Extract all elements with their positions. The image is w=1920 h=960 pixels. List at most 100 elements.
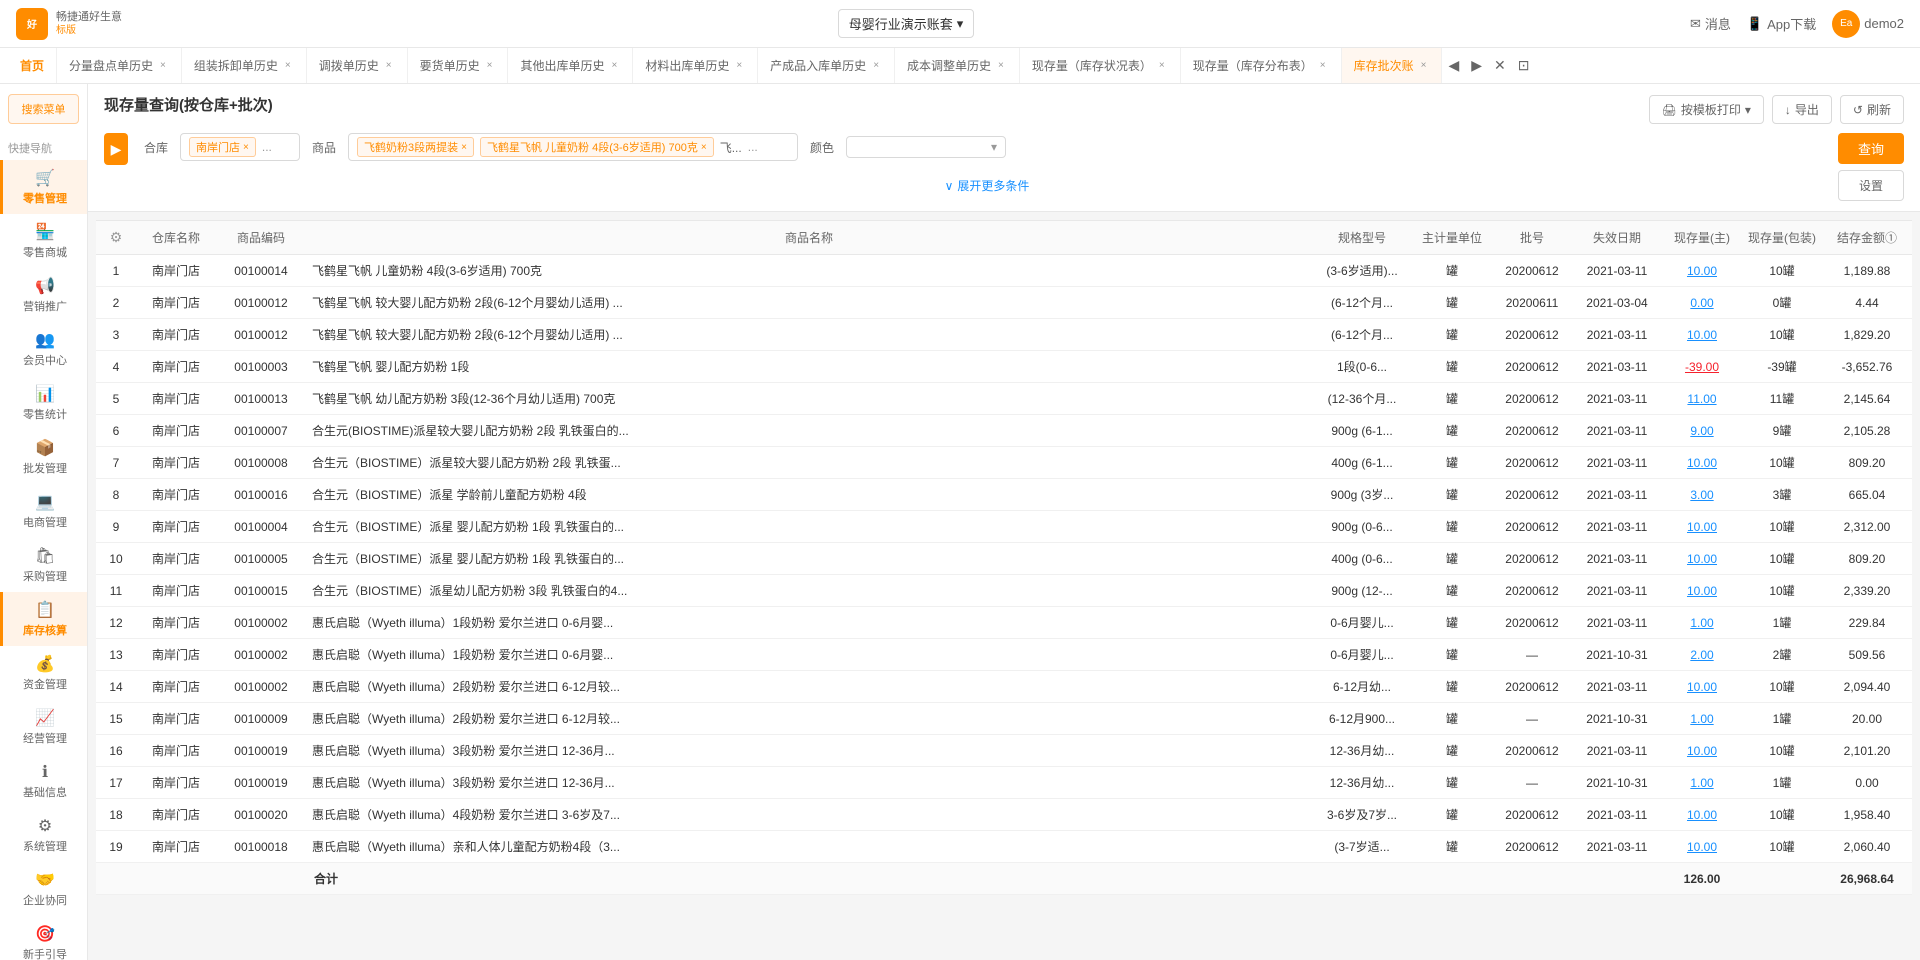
- sidebar-item-operations[interactable]: 📈 经营管理: [0, 700, 87, 754]
- cell-name: 合生元（BIOSTIME）派星较大婴儿配方奶粉 2段 乳铁蛋...: [306, 447, 1312, 479]
- product-filter-box[interactable]: 飞鹤奶粉3段两提装 × 飞鹤星飞帆 儿童奶粉 4段(3-6岁适用) 700克 ×…: [348, 133, 798, 161]
- app-download-btn[interactable]: 📱 App下载: [1747, 14, 1816, 33]
- table-row: 3南岸门店00100012飞鹤星飞帆 较大婴儿配方奶粉 2段(6-12个月婴幼儿…: [96, 319, 1912, 351]
- template-print-button[interactable]: 🖨 按模板打印 ▾: [1649, 95, 1764, 124]
- cell-qty[interactable]: 1.00: [1662, 767, 1742, 799]
- basic-icon: ℹ: [7, 762, 83, 782]
- tab-11[interactable]: 库存批次账 ×: [1342, 48, 1443, 84]
- tab-5[interactable]: 其他出库单历史 ×: [508, 48, 633, 84]
- cell-qty[interactable]: 2.00: [1662, 639, 1742, 671]
- cell-qty[interactable]: 10.00: [1662, 319, 1742, 351]
- industry-select[interactable]: 母婴行业演示账套 ▾: [838, 9, 975, 38]
- tab-8[interactable]: 成本调整单历史 ×: [895, 48, 1020, 84]
- product-tag-close-1[interactable]: ×: [701, 142, 707, 153]
- sidebar-item-purchase[interactable]: 🛍 采购管理: [0, 538, 87, 592]
- tab-maximize[interactable]: ⊡: [1512, 57, 1536, 74]
- sidebar-item-ecommerce[interactable]: 💻 电商管理: [0, 484, 87, 538]
- sidebar-item-wholesale[interactable]: 📦 批发管理: [0, 430, 87, 484]
- cell-qty[interactable]: -39.00: [1662, 351, 1742, 383]
- cell-qty[interactable]: 0.00: [1662, 287, 1742, 319]
- tab-1[interactable]: 分量盘点单历史 ×: [57, 48, 182, 84]
- tab-close-9[interactable]: ×: [1156, 59, 1168, 72]
- cell-qty[interactable]: 10.00: [1662, 671, 1742, 703]
- cell-qtypack: 10罐: [1742, 319, 1822, 351]
- cell-qty[interactable]: 10.00: [1662, 799, 1742, 831]
- sidebar-item-retail-mgmt[interactable]: 🛒 零售管理: [0, 160, 87, 214]
- cell-qty[interactable]: 11.00: [1662, 383, 1742, 415]
- col-header-settings[interactable]: ⚙: [96, 221, 136, 255]
- tab-close-11[interactable]: ×: [1418, 59, 1430, 72]
- tab-7[interactable]: 产成品入库单历史 ×: [758, 48, 895, 84]
- cell-unit: 罐: [1412, 447, 1492, 479]
- warehouse-tag-close-0[interactable]: ×: [243, 142, 249, 153]
- tab-3[interactable]: 调拨单历史 ×: [307, 48, 408, 84]
- cell-qty[interactable]: 1.00: [1662, 607, 1742, 639]
- tab-close-8[interactable]: ×: [995, 59, 1007, 72]
- cell-qty[interactable]: 10.00: [1662, 255, 1742, 287]
- tab-nav-left[interactable]: ◀: [1442, 57, 1465, 74]
- sidebar-item-guide[interactable]: 🎯 新手引导: [0, 916, 87, 960]
- export-button[interactable]: ↓ 导出: [1772, 95, 1832, 124]
- cell-expire: 2021-03-11: [1572, 479, 1662, 511]
- cell-balance: 229.84: [1822, 607, 1912, 639]
- sidebar-item-retail-stats[interactable]: 📊 零售统计: [0, 376, 87, 430]
- cell-batch: 20200611: [1492, 287, 1572, 319]
- product-tag-close-0[interactable]: ×: [461, 142, 467, 153]
- header-actions: 🖨 按模板打印 ▾ ↓ 导出 ↺ 刷新: [1649, 95, 1904, 124]
- tab-close-3[interactable]: ×: [383, 59, 395, 72]
- tab-close-4[interactable]: ×: [484, 59, 496, 72]
- sidebar-item-basic[interactable]: ℹ 基础信息: [0, 754, 87, 808]
- tab-close-7[interactable]: ×: [870, 59, 882, 72]
- tab-close-1[interactable]: ×: [157, 59, 169, 72]
- cell-qty[interactable]: 10.00: [1662, 575, 1742, 607]
- tab-close-10[interactable]: ×: [1317, 59, 1329, 72]
- tab-4[interactable]: 要货单历史 ×: [408, 48, 509, 84]
- sidebar-item-retail-shop[interactable]: 🏪 零售商城: [0, 214, 87, 268]
- cell-qty[interactable]: 10.00: [1662, 511, 1742, 543]
- sidebar-item-company[interactable]: 🤝 企业协同: [0, 862, 87, 916]
- cell-balance: 20.00: [1822, 703, 1912, 735]
- sidebar-item-marketing[interactable]: 📢 营销推广: [0, 268, 87, 322]
- expand-more-button[interactable]: ∨ 展开更多条件: [945, 169, 1030, 194]
- company-icon: 🤝: [7, 870, 83, 890]
- column-settings-icon[interactable]: ⚙: [110, 229, 123, 245]
- cell-qty[interactable]: 10.00: [1662, 543, 1742, 575]
- sidebar-item-system[interactable]: ⚙ 系统管理: [0, 808, 87, 862]
- cell-code: 00100008: [216, 447, 306, 479]
- tab-6[interactable]: 材料出库单历史 ×: [633, 48, 758, 84]
- query-button[interactable]: 查询: [1838, 133, 1904, 164]
- tab-nav-right[interactable]: ▶: [1465, 57, 1488, 74]
- tab-home[interactable]: 首页: [8, 48, 57, 84]
- cell-qty[interactable]: 1.00: [1662, 703, 1742, 735]
- user-area[interactable]: Ea demo2: [1832, 10, 1904, 38]
- sidebar-item-member[interactable]: 👥 会员中心: [0, 322, 87, 376]
- sidebar-item-finance[interactable]: 💰 资金管理: [0, 646, 87, 700]
- cell-index: 4: [96, 351, 136, 383]
- message-btn[interactable]: ✉ 消息: [1690, 14, 1731, 33]
- tab-9[interactable]: 现存量（库存状况表） ×: [1020, 48, 1181, 84]
- cell-expire: 2021-03-11: [1572, 671, 1662, 703]
- tab-close-5[interactable]: ×: [608, 59, 620, 72]
- cell-index: 14: [96, 671, 136, 703]
- tab-close-6[interactable]: ×: [733, 59, 745, 72]
- cell-qty[interactable]: 9.00: [1662, 415, 1742, 447]
- sidebar-item-inventory[interactable]: 📋 库存核算: [0, 592, 87, 646]
- expand-sidebar-button[interactable]: ▶: [104, 133, 128, 165]
- color-filter-box[interactable]: ▾: [846, 136, 1006, 158]
- cell-qty[interactable]: 3.00: [1662, 479, 1742, 511]
- cell-qty[interactable]: 10.00: [1662, 735, 1742, 767]
- warehouse-filter-box[interactable]: 南岸门店 × ...: [180, 133, 300, 161]
- tab-2[interactable]: 组装拆卸单历史 ×: [182, 48, 307, 84]
- cell-index: 12: [96, 607, 136, 639]
- tab-close-2[interactable]: ×: [282, 59, 294, 72]
- cell-warehouse: 南岸门店: [136, 511, 216, 543]
- refresh-button[interactable]: ↺ 刷新: [1840, 95, 1904, 124]
- cell-expire: 2021-03-11: [1572, 319, 1662, 351]
- tab-close-all[interactable]: ✕: [1488, 57, 1512, 74]
- settings-button[interactable]: 设置: [1838, 170, 1904, 201]
- cell-qty[interactable]: 10.00: [1662, 447, 1742, 479]
- content-area: 现存量查询(按仓库+批次) 🖨 按模板打印 ▾ ↓ 导出 ↺ 刷新: [88, 84, 1920, 960]
- cell-qty[interactable]: 10.00: [1662, 831, 1742, 863]
- tab-10[interactable]: 现存量（库存分布表） ×: [1181, 48, 1342, 84]
- sidebar-search-button[interactable]: 搜索菜单: [8, 94, 79, 124]
